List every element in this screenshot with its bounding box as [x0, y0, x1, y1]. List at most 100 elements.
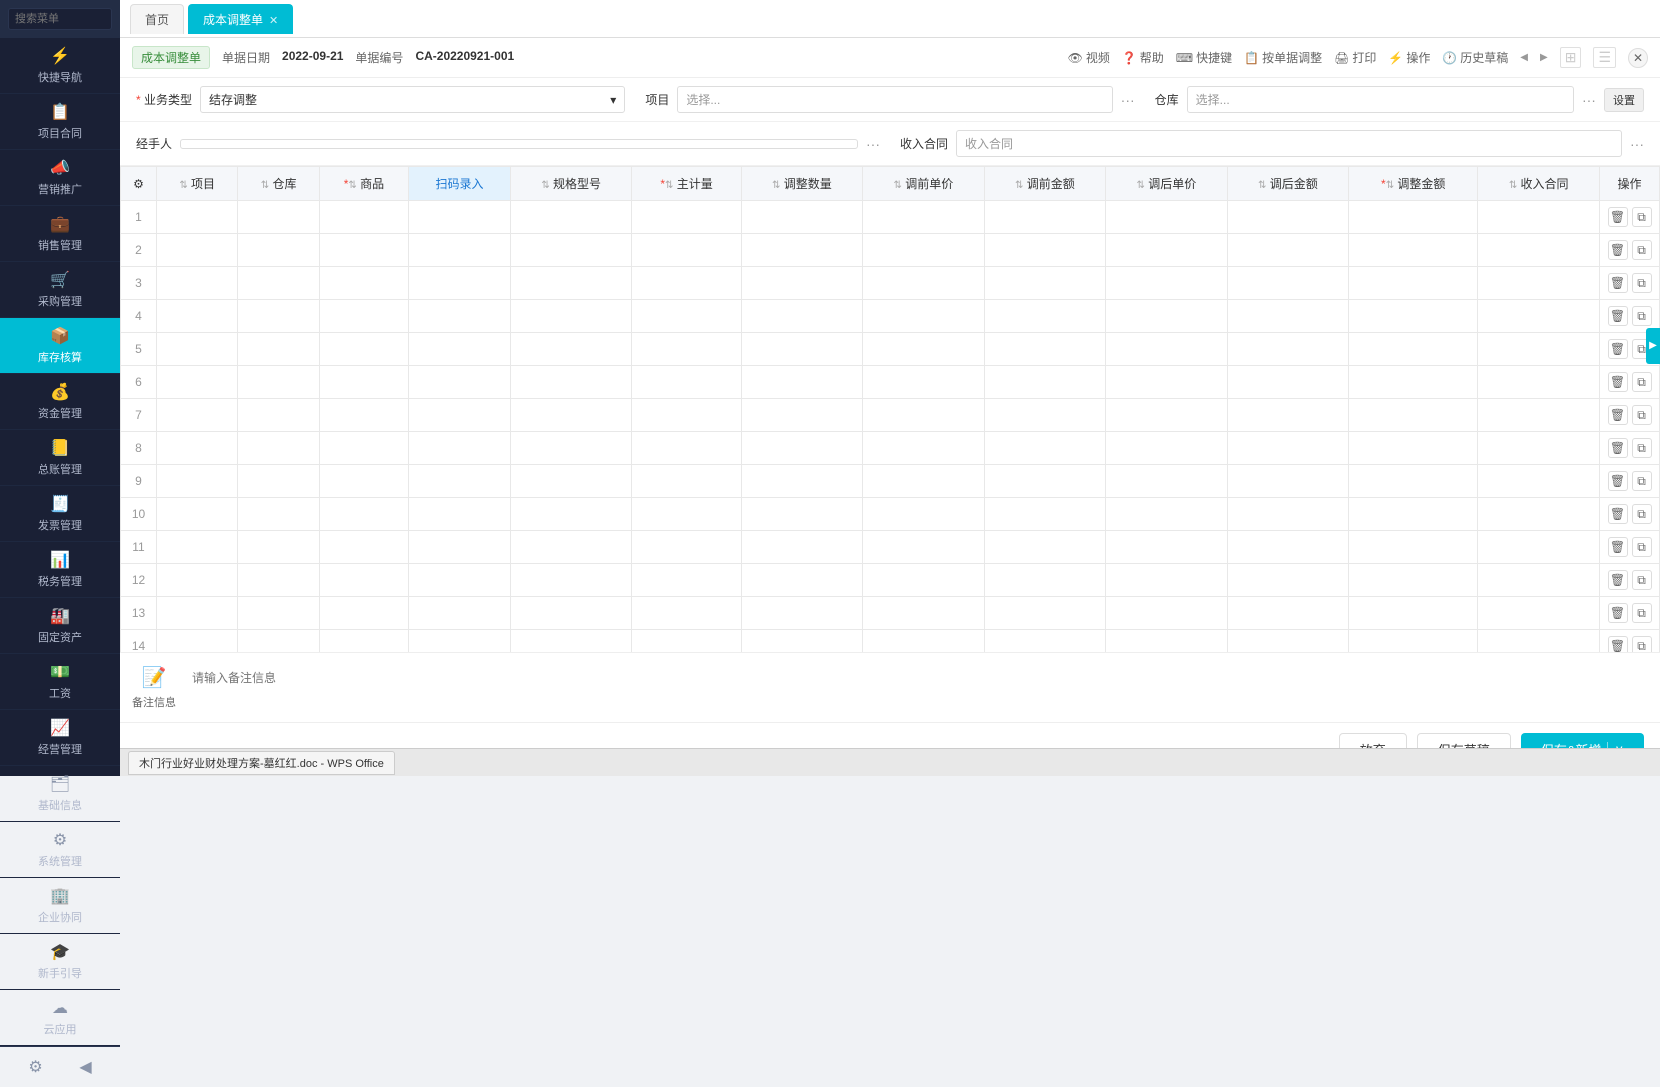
- cell-6-7[interactable]: [863, 366, 984, 399]
- cell-4-1[interactable]: [238, 300, 319, 333]
- collapse-bottom-icon[interactable]: ◀: [79, 1057, 91, 1077]
- close-button[interactable]: ✕: [1628, 48, 1648, 68]
- cell-13-2[interactable]: [319, 597, 408, 630]
- sidebar-item-cloud-apps[interactable]: ☁ 云应用: [0, 990, 120, 1046]
- cell-3-2[interactable]: [319, 267, 408, 300]
- cell-1-4[interactable]: [510, 201, 631, 234]
- cell-12-9[interactable]: [1106, 564, 1227, 597]
- cell-13-0[interactable]: [157, 597, 238, 630]
- cell-7-1[interactable]: [238, 399, 319, 432]
- delete-icon-14[interactable]: 🗑: [1608, 636, 1628, 652]
- delete-icon-5[interactable]: 🗑: [1608, 339, 1628, 359]
- cell-11-12[interactable]: [1478, 531, 1600, 564]
- cell-13-12[interactable]: [1478, 597, 1600, 630]
- cell-11-9[interactable]: [1106, 531, 1227, 564]
- handler-select[interactable]: [180, 139, 858, 149]
- copy-icon-14[interactable]: ⧉: [1632, 636, 1652, 652]
- shortcut-link[interactable]: ⌨ 快捷键: [1176, 49, 1232, 66]
- cell-12-5[interactable]: [632, 564, 741, 597]
- cell-2-10[interactable]: [1227, 234, 1348, 267]
- cell-9-2[interactable]: [319, 465, 408, 498]
- copy-icon-12[interactable]: ⧉: [1632, 570, 1652, 590]
- cell-9-6[interactable]: [741, 465, 862, 498]
- income-contract-dots-icon[interactable]: ···: [1630, 136, 1644, 152]
- copy-icon-13[interactable]: ⧉: [1632, 603, 1652, 623]
- cell-13-9[interactable]: [1106, 597, 1227, 630]
- delete-icon-13[interactable]: 🗑: [1608, 603, 1628, 623]
- copy-icon-9[interactable]: ⧉: [1632, 471, 1652, 491]
- cell-3-1[interactable]: [238, 267, 319, 300]
- cell-1-1[interactable]: [238, 201, 319, 234]
- cell-10-2[interactable]: [319, 498, 408, 531]
- cell-5-9[interactable]: [1106, 333, 1227, 366]
- nav-next-icon[interactable]: ▶: [1540, 52, 1548, 63]
- cell-5-1[interactable]: [238, 333, 319, 366]
- sidebar-item-basic-info[interactable]: 🗂 基础信息: [0, 766, 120, 822]
- cell-5-8[interactable]: [984, 333, 1105, 366]
- warehouse-select[interactable]: 选择...: [1187, 86, 1574, 113]
- cell-12-8[interactable]: [984, 564, 1105, 597]
- note-input[interactable]: [188, 665, 1648, 701]
- sidebar-item-sales-promotion[interactable]: 📣 营销推广: [0, 150, 120, 206]
- cell-7-3[interactable]: [409, 399, 511, 432]
- cell-11-1[interactable]: [238, 531, 319, 564]
- cell-6-8[interactable]: [984, 366, 1105, 399]
- sidebar-item-newbie[interactable]: 🎓 新手引导: [0, 934, 120, 990]
- cell-2-4[interactable]: [510, 234, 631, 267]
- cell-10-8[interactable]: [984, 498, 1105, 531]
- cell-5-3[interactable]: [409, 333, 511, 366]
- cell-1-8[interactable]: [984, 201, 1105, 234]
- copy-icon-3[interactable]: ⧉: [1632, 273, 1652, 293]
- cell-12-10[interactable]: [1227, 564, 1348, 597]
- tab-home[interactable]: 首页: [130, 4, 184, 34]
- delete-icon-8[interactable]: 🗑: [1608, 438, 1628, 458]
- cell-12-11[interactable]: [1349, 564, 1478, 597]
- cell-12-2[interactable]: [319, 564, 408, 597]
- delete-icon-12[interactable]: 🗑: [1608, 570, 1628, 590]
- delete-icon-6[interactable]: 🗑: [1608, 372, 1628, 392]
- sidebar-item-inventory[interactable]: 📦 库存核算: [0, 318, 120, 374]
- cell-10-0[interactable]: [157, 498, 238, 531]
- cell-5-6[interactable]: [741, 333, 862, 366]
- operate-link[interactable]: ⚡ 操作: [1388, 49, 1430, 66]
- history-link[interactable]: 🕐 历史草稿: [1442, 49, 1508, 66]
- cell-8-8[interactable]: [984, 432, 1105, 465]
- delete-icon-1[interactable]: 🗑: [1608, 207, 1628, 227]
- cell-5-0[interactable]: [157, 333, 238, 366]
- sidebar-item-enterprise[interactable]: 🏢 企业协同: [0, 878, 120, 934]
- cell-13-11[interactable]: [1349, 597, 1478, 630]
- col-settings[interactable]: ⚙: [121, 167, 157, 201]
- wps-file-tab[interactable]: 木门行业好业财处理方案-墓红红.doc - WPS Office: [128, 751, 395, 775]
- sidebar-item-sales-mgmt[interactable]: 💼 销售管理: [0, 206, 120, 262]
- settings-btn[interactable]: 设置: [1604, 88, 1644, 112]
- cell-6-3[interactable]: [409, 366, 511, 399]
- income-contract-select[interactable]: 收入合同: [956, 130, 1622, 157]
- cell-5-11[interactable]: [1349, 333, 1478, 366]
- copy-icon-4[interactable]: ⧉: [1632, 306, 1652, 326]
- cell-8-1[interactable]: [238, 432, 319, 465]
- cell-13-3[interactable]: [409, 597, 511, 630]
- delete-icon-4[interactable]: 🗑: [1608, 306, 1628, 326]
- cell-9-3[interactable]: [409, 465, 511, 498]
- cell-9-9[interactable]: [1106, 465, 1227, 498]
- cell-8-4[interactable]: [510, 432, 631, 465]
- cell-8-7[interactable]: [863, 432, 984, 465]
- cell-1-9[interactable]: [1106, 201, 1227, 234]
- delete-icon-10[interactable]: 🗑: [1608, 504, 1628, 524]
- cell-1-7[interactable]: [863, 201, 984, 234]
- cell-4-3[interactable]: [409, 300, 511, 333]
- cell-3-9[interactable]: [1106, 267, 1227, 300]
- cell-2-1[interactable]: [238, 234, 319, 267]
- cell-12-4[interactable]: [510, 564, 631, 597]
- cell-5-4[interactable]: [510, 333, 631, 366]
- cell-11-2[interactable]: [319, 531, 408, 564]
- sidebar-item-purchase-mgmt[interactable]: 🛒 采购管理: [0, 262, 120, 318]
- print-link[interactable]: 🖨 打印: [1334, 49, 1376, 66]
- cell-14-10[interactable]: [1227, 630, 1348, 653]
- copy-icon-11[interactable]: ⧉: [1632, 537, 1652, 557]
- delete-icon-3[interactable]: 🗑: [1608, 273, 1628, 293]
- col-scan-input[interactable]: 扫码录入: [409, 167, 511, 201]
- cell-11-5[interactable]: [632, 531, 741, 564]
- cell-3-10[interactable]: [1227, 267, 1348, 300]
- cell-5-5[interactable]: [632, 333, 741, 366]
